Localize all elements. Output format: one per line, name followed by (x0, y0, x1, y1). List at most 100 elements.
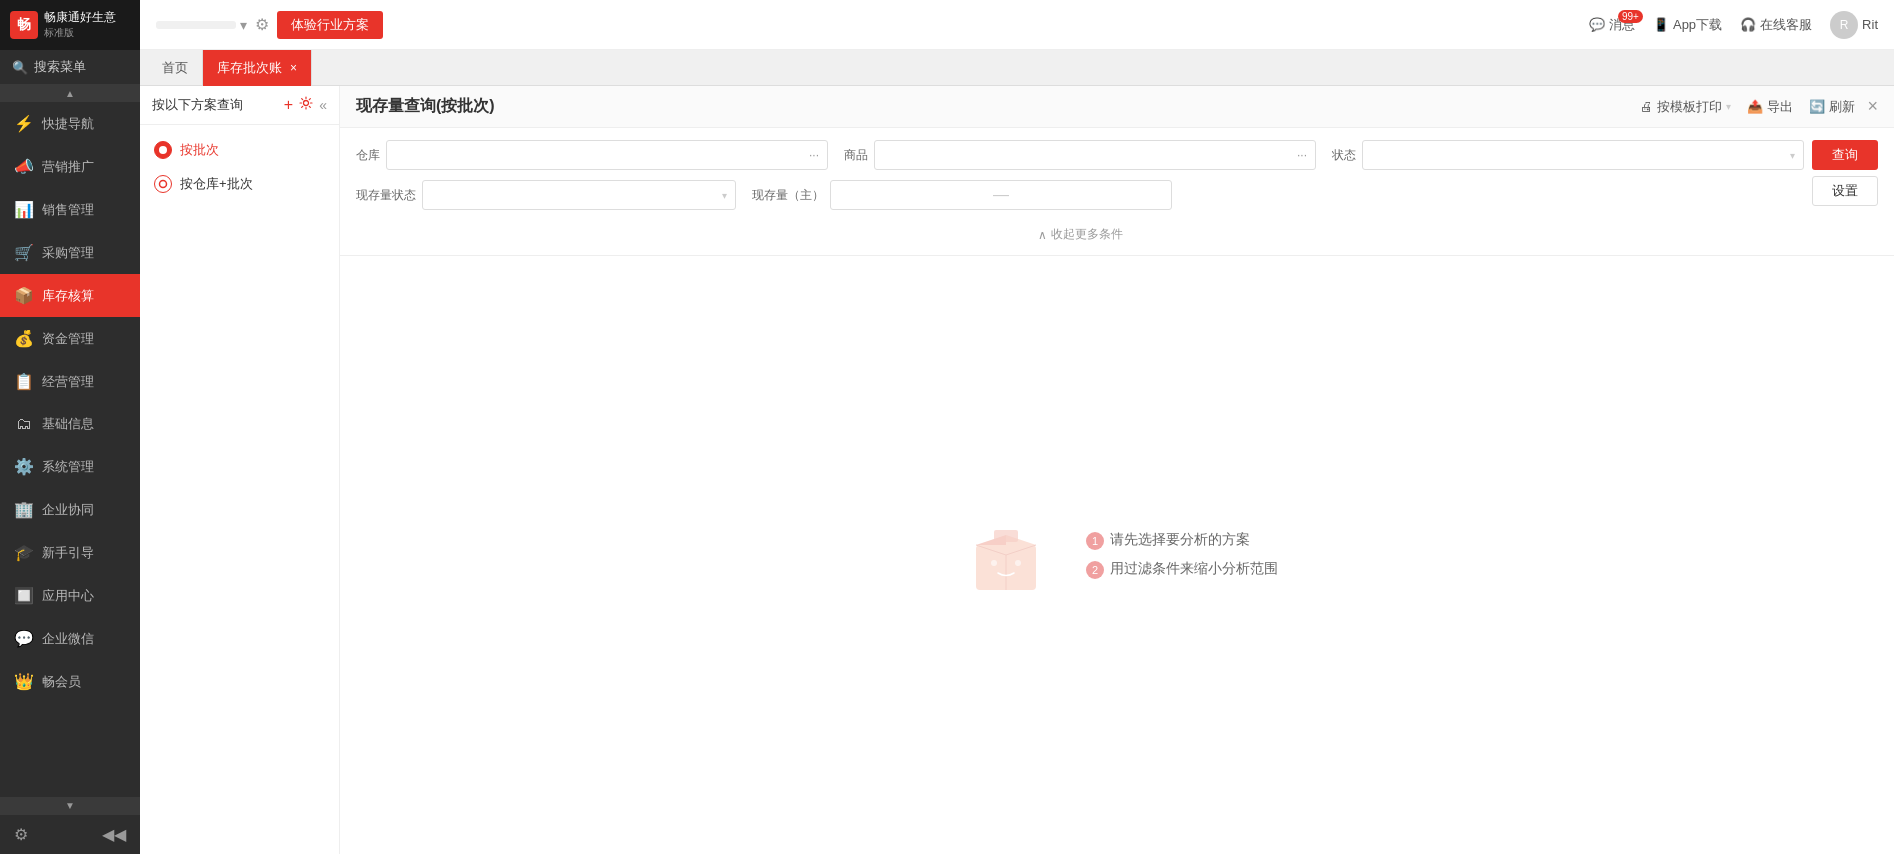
sidebar-item-newbie[interactable]: 🎓 新手引导 (0, 531, 140, 574)
app-download-btn[interactable]: 📱 App下载 (1653, 16, 1722, 34)
sidebar-item-label: 企业协同 (42, 501, 94, 519)
sidebar-item-inventory[interactable]: 📦 库存核算 (0, 274, 140, 317)
user-profile[interactable]: R Rit (1830, 11, 1878, 39)
customer-service-btn[interactable]: 🎧 在线客服 (1740, 16, 1812, 34)
sidebar-item-sales[interactable]: 📊 销售管理 (0, 188, 140, 231)
print-icon: 🖨 (1640, 99, 1653, 114)
page-close-btn[interactable]: × (1867, 96, 1878, 117)
refresh-btn[interactable]: 🔄 刷新 (1809, 98, 1855, 116)
sidebar-item-purchase[interactable]: 🛒 采购管理 (0, 231, 140, 274)
quantity-to-input[interactable] (1013, 188, 1163, 202)
quick-nav-icon: ⚡ (14, 114, 34, 133)
inventory-status-label: 现存量状态 (356, 187, 416, 204)
warehouse-text-input[interactable] (395, 148, 809, 162)
tip-1: 1 请先选择要分析的方案 (1086, 531, 1278, 550)
filter-row-2: 现存量状态 ▾ 现存量（主） — (356, 180, 1804, 210)
svg-point-0 (304, 101, 309, 106)
quantity-from-input[interactable] (839, 188, 989, 202)
settings-icon[interactable]: ⚙ (14, 825, 28, 844)
collapse-icon: ∧ (1038, 228, 1047, 242)
tab-bar: 首页 库存批次账 × (140, 50, 1894, 86)
svg-point-2 (160, 181, 167, 188)
filter-content: 仓库 ··· 商品 ··· (356, 140, 1804, 243)
sidebar-item-operations[interactable]: 📋 经营管理 (0, 360, 140, 403)
sidebar-item-appstore[interactable]: 🔲 应用中心 (0, 574, 140, 617)
messages-badge: 99+ (1618, 10, 1643, 23)
sidebar-item-system[interactable]: ⚙️ 系统管理 (0, 445, 140, 488)
status-arrow-icon: ▾ (1790, 150, 1795, 161)
quantity-range: — (830, 180, 1172, 210)
user-name: Rit (1862, 17, 1878, 32)
topbar-search-box[interactable] (156, 21, 236, 29)
filter-row-1: 仓库 ··· 商品 ··· (356, 140, 1804, 170)
sidebar: 畅 畅康通好生意 标准版 🔍 搜索菜单 ▲ ⚡ 快捷导航 📣 营销推广 📊 销售… (0, 0, 140, 854)
scheme-gear-btn[interactable] (299, 96, 313, 114)
topbar-dropdown-btn[interactable]: ▾ (240, 17, 247, 33)
appstore-icon: 🔲 (14, 586, 34, 605)
product-input[interactable]: ··· (874, 140, 1316, 170)
sidebar-search[interactable]: 🔍 搜索菜单 (0, 50, 140, 85)
warehouse-input[interactable]: ··· (386, 140, 828, 170)
tab-inventory-batch[interactable]: 库存批次账 × (203, 50, 312, 86)
sidebar-scroll-down[interactable]: ▼ (0, 797, 140, 814)
headset-icon: 🎧 (1740, 17, 1756, 32)
tab-label: 库存批次账 (217, 59, 282, 77)
sidebar-item-label: 新手引导 (42, 544, 94, 562)
collapse-sidebar-icon[interactable]: ◀◀ (102, 825, 126, 844)
tab-home[interactable]: 首页 (148, 50, 203, 86)
inventory-status-arrow: ▾ (722, 190, 727, 201)
sidebar-item-label: 企业微信 (42, 630, 94, 648)
sidebar-bottom: ⚙ ◀◀ (0, 814, 140, 854)
svg-rect-5 (994, 530, 1018, 542)
sidebar-item-basic[interactable]: 🗂 基础信息 (0, 403, 140, 445)
sidebar-item-label: 经营管理 (42, 373, 94, 391)
print-btn[interactable]: 🖨 按模板打印 ▾ (1640, 98, 1731, 116)
sidebar-item-enterprise[interactable]: 🏢 企业协同 (0, 488, 140, 531)
collapse-panel-btn[interactable]: « (319, 97, 327, 113)
page-title: 现存量查询(按批次) (356, 96, 495, 117)
topbar-left: ▾ ⚙ 体验行业方案 (156, 11, 1577, 39)
export-btn[interactable]: 📤 导出 (1747, 98, 1793, 116)
sidebar-item-marketing[interactable]: 📣 营销推广 (0, 145, 140, 188)
inventory-status-select[interactable]: ▾ (422, 180, 736, 210)
sidebar-item-quick-nav[interactable]: ⚡ 快捷导航 (0, 102, 140, 145)
tab-close-icon[interactable]: × (290, 61, 297, 75)
collapse-more-btn[interactable]: ∧ 收起更多条件 (356, 220, 1804, 243)
page-title-actions: 🖨 按模板打印 ▾ 📤 导出 🔄 刷新 × (1640, 96, 1878, 117)
warehouse-label: 仓库 (356, 147, 380, 164)
system-icon: ⚙️ (14, 457, 34, 476)
add-scheme-btn[interactable]: + (284, 96, 293, 114)
trial-button[interactable]: 体验行业方案 (277, 11, 383, 39)
sidebar-item-label: 销售管理 (42, 201, 94, 219)
member-icon: 👑 (14, 672, 34, 691)
company-name: 畅康通好生意 (44, 10, 116, 26)
page-wrapper: 按以下方案查询 + « 按批次 (140, 86, 1894, 854)
print-dropdown-icon[interactable]: ▾ (1726, 101, 1731, 112)
main-content: ▾ ⚙ 体验行业方案 💬 消息 99+ 📱 App下载 🎧 在线客服 R (140, 0, 1894, 854)
product-more-btn[interactable]: ··· (1297, 148, 1307, 162)
sidebar-item-finance[interactable]: 💰 资金管理 (0, 317, 140, 360)
product-text-input[interactable] (883, 148, 1297, 162)
scheme-item-by-warehouse-batch[interactable]: 按仓库+批次 (140, 167, 339, 201)
sidebar-item-label: 采购管理 (42, 244, 94, 262)
scheme-item-by-batch[interactable]: 按批次 (140, 133, 339, 167)
sidebar-item-member[interactable]: 👑 畅会员 (0, 660, 140, 703)
quantity-field: 现存量（主） — (752, 180, 1132, 210)
page-title-bar: 现存量查询(按批次) 🖨 按模板打印 ▾ 📤 导出 🔄 刷新 (340, 86, 1894, 128)
settings-button[interactable]: 设置 (1812, 176, 1878, 206)
sidebar-item-label: 畅会员 (42, 673, 81, 691)
export-icon: 📤 (1747, 99, 1763, 114)
warehouse-more-btn[interactable]: ··· (809, 148, 819, 162)
newbie-icon: 🎓 (14, 543, 34, 562)
sidebar-item-wechat[interactable]: 💬 企业微信 (0, 617, 140, 660)
search-icon: 🔍 (12, 60, 28, 75)
product-field: 商品 ··· (844, 140, 1316, 170)
topbar-gear-icon[interactable]: ⚙ (255, 15, 269, 34)
sidebar-scroll-up[interactable]: ▲ (0, 85, 140, 102)
tip-2: 2 用过滤条件来缩小分析范围 (1086, 560, 1278, 579)
status-select[interactable]: ▾ (1362, 140, 1804, 170)
sidebar-nav: ⚡ 快捷导航 📣 营销推广 📊 销售管理 🛒 采购管理 📦 库存核算 💰 资金管… (0, 102, 140, 797)
svg-point-6 (991, 560, 997, 566)
query-button[interactable]: 查询 (1812, 140, 1878, 170)
messages-btn[interactable]: 💬 消息 99+ (1589, 16, 1635, 34)
